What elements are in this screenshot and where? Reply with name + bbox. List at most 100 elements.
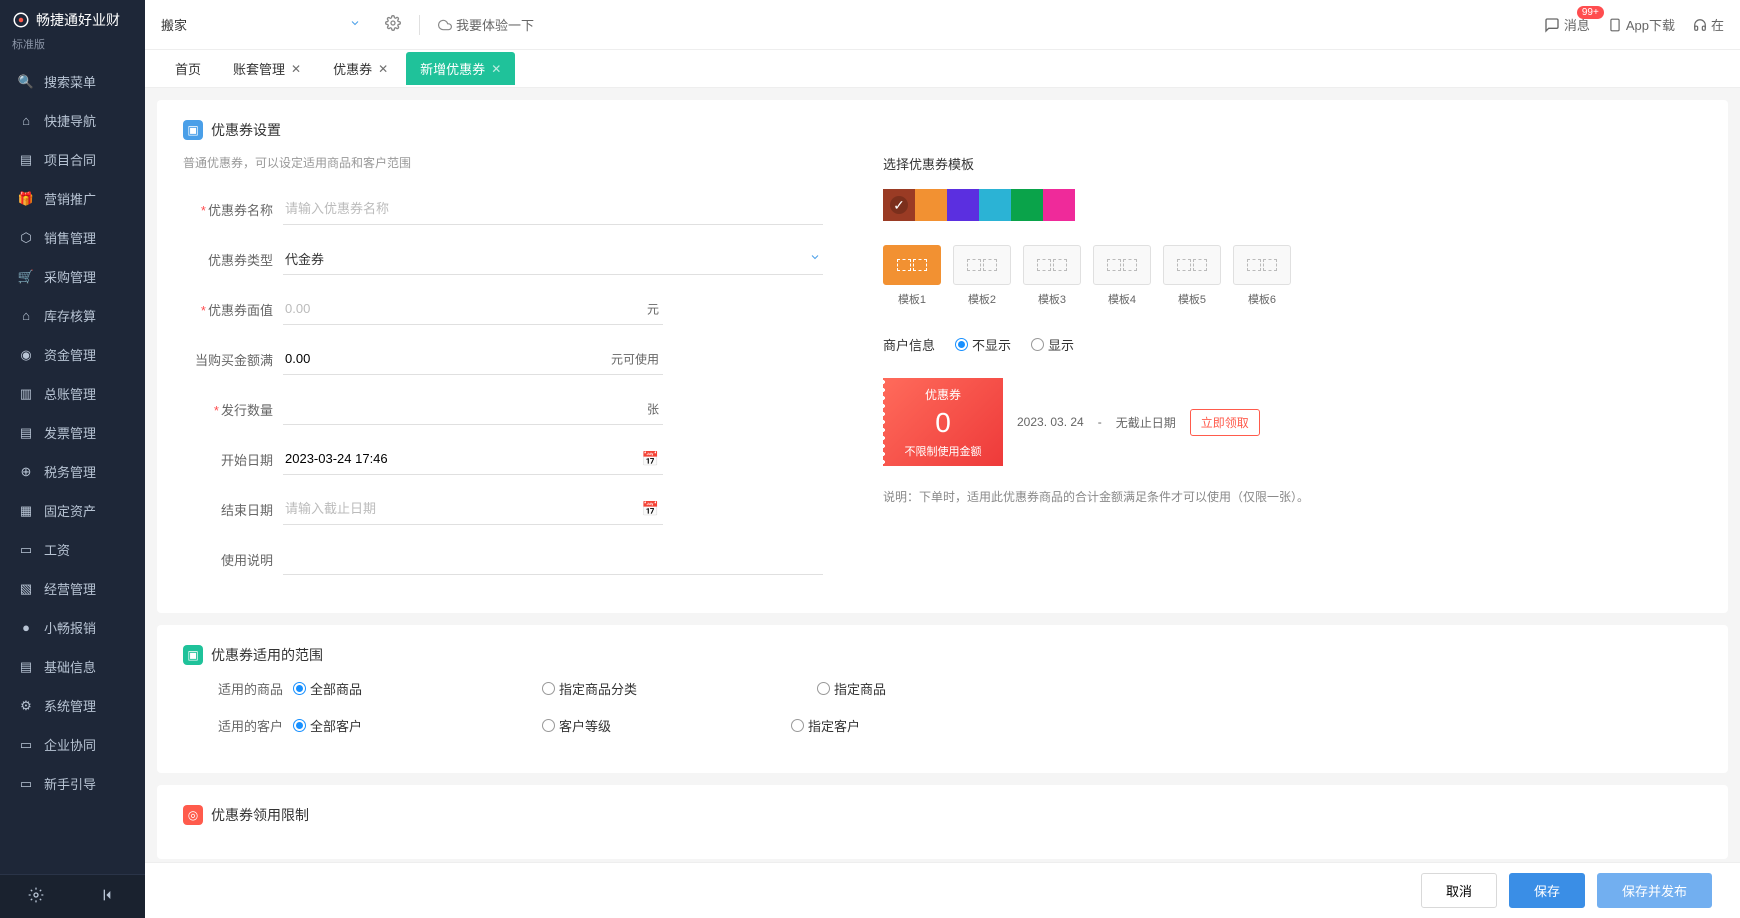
settings-icon[interactable]: [28, 887, 44, 906]
scope-radio[interactable]: 指定商品: [817, 679, 886, 698]
expense-icon: ●: [18, 620, 34, 636]
phone-icon: [1608, 18, 1622, 32]
scope-radio[interactable]: 指定客户: [791, 716, 860, 735]
tab[interactable]: 首页: [161, 52, 215, 85]
quantity-input[interactable]: [283, 393, 663, 425]
sidebar-item[interactable]: 🔍搜索菜单: [0, 62, 145, 101]
template-label: 模板4: [1093, 291, 1151, 307]
sidebar-item[interactable]: ▥ 总账管理: [0, 374, 145, 413]
coupon-value-input[interactable]: [283, 293, 663, 325]
sidebar-item[interactable]: ⌂库存核算: [0, 296, 145, 335]
radio-icon: [293, 719, 306, 732]
sidebar-item[interactable]: ▤基础信息: [0, 647, 145, 686]
messages-link[interactable]: 消息 99+: [1544, 15, 1590, 34]
sidebar-item-label: 总账管理: [44, 384, 96, 403]
scope-radio[interactable]: 全部商品: [293, 679, 362, 698]
merchant-show-radio[interactable]: 显示: [1031, 335, 1074, 354]
settings-top-icon[interactable]: [385, 15, 401, 34]
template-title: 选择优惠券模板: [883, 154, 1702, 173]
coupon-limit-card: ◎ 优惠券领用限制: [157, 785, 1728, 859]
sidebar-item-label: 小畅报销: [44, 618, 96, 637]
sidebar-item[interactable]: ◉ 资金管理: [0, 335, 145, 374]
sidebar-item-label: 工资: [44, 540, 70, 559]
try-demo-link[interactable]: 我要体验一下: [438, 15, 534, 34]
tab[interactable]: 新增优惠券✕: [406, 52, 515, 85]
content-scroll[interactable]: ▣ 优惠券设置 普通优惠券，可以设定适用商品和客户范围 *优惠券名称 优惠券类型: [145, 88, 1740, 918]
sidebar-item[interactable]: ▤发票管理: [0, 413, 145, 452]
sidebar-item[interactable]: 🛒 采购管理: [0, 257, 145, 296]
tab[interactable]: 账套管理✕: [219, 52, 315, 85]
sidebar-item-label: 资金管理: [44, 345, 96, 364]
close-icon[interactable]: ✕: [378, 62, 388, 76]
sidebar-item[interactable]: ▤ 项目合同: [0, 140, 145, 179]
tab[interactable]: 优惠券 ✕: [319, 52, 402, 85]
app-download-link[interactable]: App下载: [1608, 15, 1675, 34]
template-item[interactable]: 模板6: [1233, 245, 1291, 307]
merchant-hide-radio[interactable]: 不显示: [955, 335, 1011, 354]
claim-button[interactable]: 立即领取: [1190, 409, 1260, 436]
sidebar-item[interactable]: ▦固定资产: [0, 491, 145, 530]
salary-icon: ▭: [18, 542, 34, 558]
template-label: 模板6: [1233, 291, 1291, 307]
ticket-icon: ▣: [183, 120, 203, 140]
calendar-icon[interactable]: 📅: [642, 451, 659, 468]
save-button[interactable]: 保存: [1509, 873, 1585, 908]
sidebar-item[interactable]: ⚙系统管理: [0, 686, 145, 725]
start-date-input[interactable]: [283, 443, 663, 475]
gift-icon: 🎁: [18, 191, 34, 207]
sidebar-item[interactable]: 🎁营销推广: [0, 179, 145, 218]
scope-radio[interactable]: 指定商品分类: [542, 679, 637, 698]
sidebar-item[interactable]: ⊕税务管理: [0, 452, 145, 491]
company-selector[interactable]: 搬家: [161, 15, 371, 34]
sidebar-item[interactable]: ▭ 工资: [0, 530, 145, 569]
sidebar-item[interactable]: ● 小畅报销: [0, 608, 145, 647]
close-icon[interactable]: ✕: [291, 62, 301, 76]
cancel-button[interactable]: 取消: [1421, 873, 1497, 908]
scope-radio[interactable]: 客户等级: [542, 716, 611, 735]
template-item[interactable]: 模板2: [953, 245, 1011, 307]
sidebar: 畅捷通好业财 标准版 🔍搜索菜单⌂快捷导航▤项目合同🎁营销推广⬡销售管理🛒采购管…: [0, 0, 145, 918]
sidebar-item-label: 项目合同: [44, 150, 96, 169]
template-item[interactable]: 模板3: [1023, 245, 1081, 307]
calendar-icon[interactable]: 📅: [642, 501, 659, 518]
threshold-input[interactable]: [283, 343, 663, 375]
manage-icon: ▧: [18, 581, 34, 597]
receipt-icon: ▤: [18, 425, 34, 441]
sidebar-item[interactable]: ⬡销售管理: [0, 218, 145, 257]
section-title: 优惠券适用的范围: [211, 645, 323, 665]
tab-label: 优惠券: [333, 59, 372, 78]
section-title: 优惠券设置: [211, 120, 281, 140]
system-icon: ⚙: [18, 698, 34, 714]
end-date-input[interactable]: [283, 493, 663, 525]
color-swatch[interactable]: [883, 189, 915, 221]
color-swatch[interactable]: [947, 189, 979, 221]
template-item[interactable]: 模板4: [1093, 245, 1151, 307]
sidebar-item[interactable]: ▭企业协同: [0, 725, 145, 764]
template-item[interactable]: 模板5: [1163, 245, 1221, 307]
color-swatch[interactable]: [1043, 189, 1075, 221]
scope-radio[interactable]: 全部客户: [293, 716, 362, 735]
file-icon: ▤: [18, 152, 34, 168]
usage-note-input[interactable]: [283, 543, 823, 575]
collapse-icon[interactable]: [101, 887, 117, 906]
coupon-type-select[interactable]: 代金券: [283, 243, 823, 275]
sidebar-item-label: 采购管理: [44, 267, 96, 286]
logo-icon: [12, 11, 30, 29]
template-item[interactable]: 模板1: [883, 245, 941, 307]
color-swatch[interactable]: [915, 189, 947, 221]
close-icon[interactable]: ✕: [491, 62, 501, 76]
color-swatch[interactable]: [1011, 189, 1043, 221]
cart-icon: 🛒: [18, 269, 34, 285]
sidebar-item[interactable]: ▭新手引导: [0, 764, 145, 803]
coin-icon: ◉: [18, 347, 34, 363]
limit-icon: ◎: [183, 805, 203, 825]
radio-label: 指定客户: [808, 716, 860, 735]
sidebar-item[interactable]: ▧经营管理: [0, 569, 145, 608]
color-swatch[interactable]: [979, 189, 1011, 221]
online-support-link[interactable]: 在: [1693, 15, 1724, 34]
sidebar-item[interactable]: ⌂快捷导航: [0, 101, 145, 140]
book-icon: ▥: [18, 386, 34, 402]
save-publish-button[interactable]: 保存并发布: [1597, 873, 1712, 908]
coupon-name-input[interactable]: [283, 193, 823, 225]
chat-icon: [1544, 17, 1560, 33]
